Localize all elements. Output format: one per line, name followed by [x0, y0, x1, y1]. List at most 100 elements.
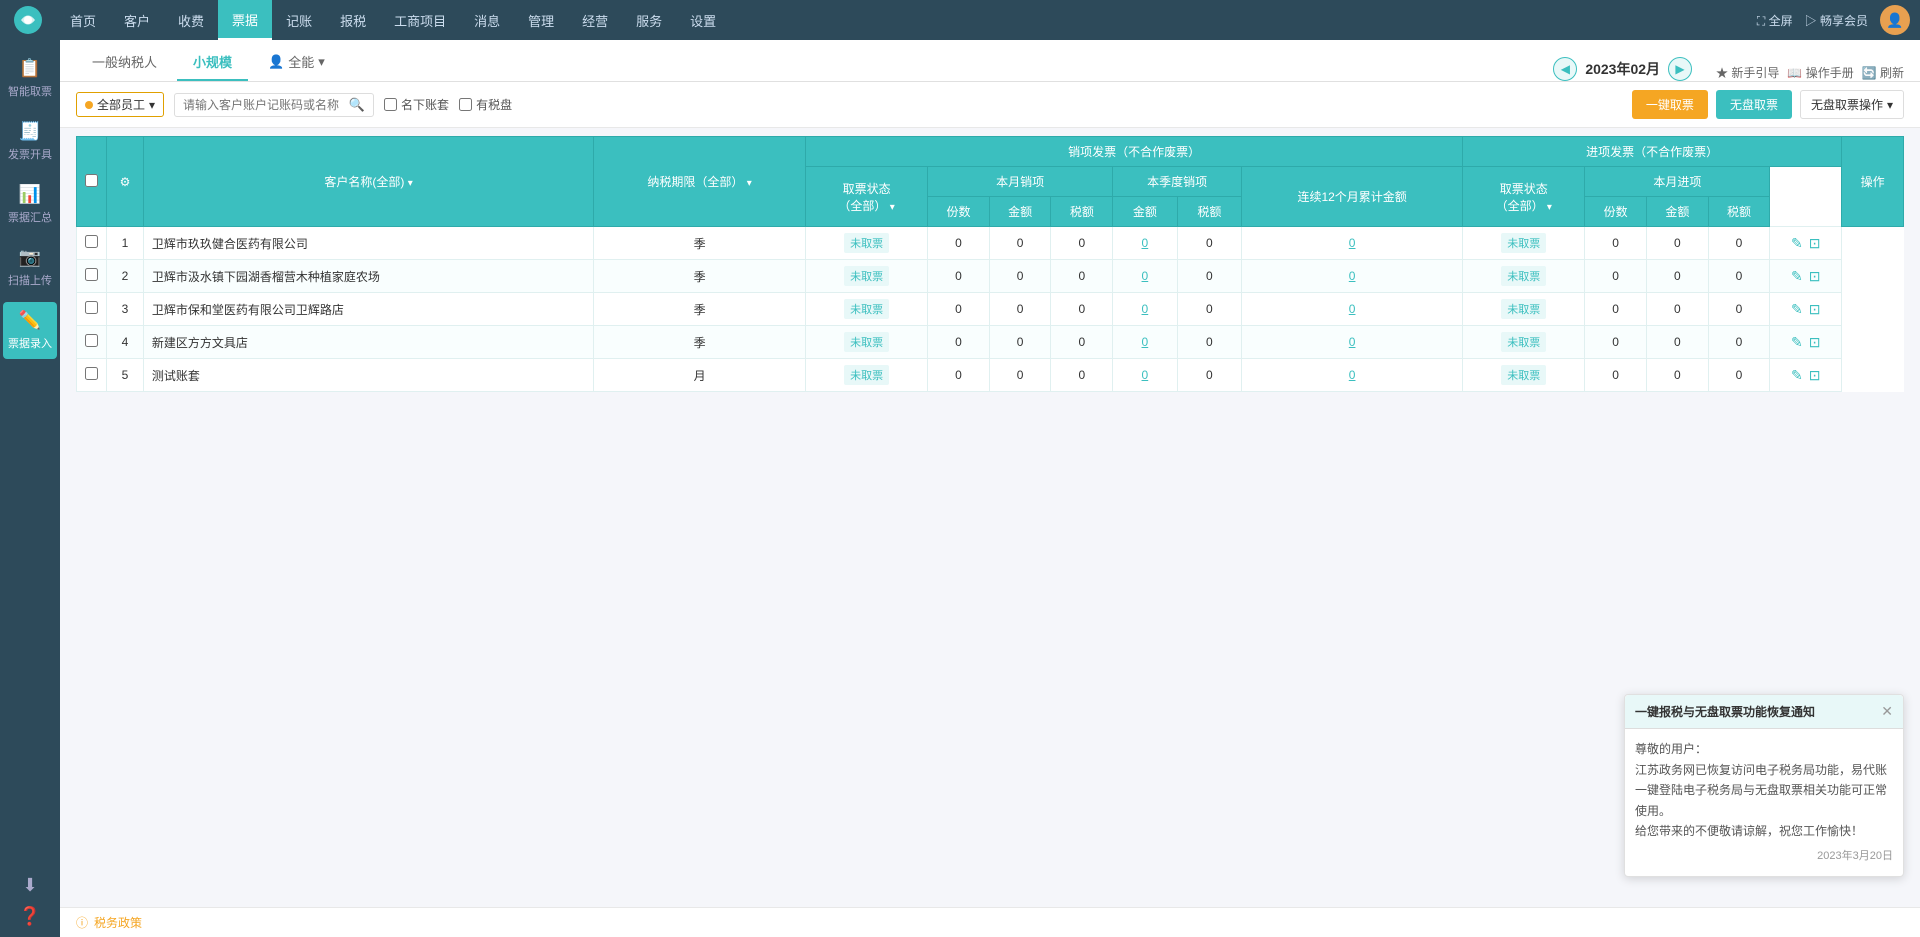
edit-icon[interactable]: ✎: [1791, 268, 1803, 285]
tab-all-icon: 👤: [268, 54, 284, 70]
row-sales-monthly-count: 0: [928, 260, 990, 293]
row-sales-quarterly-amount: 0: [1113, 227, 1177, 260]
checkbox-has-disk[interactable]: 有税盘: [459, 96, 512, 113]
edit-icon[interactable]: ✎: [1791, 367, 1803, 384]
nav-service[interactable]: 服务: [622, 0, 676, 40]
row-checkbox[interactable]: [77, 359, 107, 392]
row-name: 卫辉市汲水镇下园湖香榴营木种植家庭农场: [143, 260, 593, 293]
row-period: 季: [594, 293, 806, 326]
sidebar-item-entry[interactable]: ✏️ 票据录入: [3, 302, 57, 359]
th-sales-monthly-tax: 税额: [1051, 197, 1113, 227]
table-body: 1 卫辉市玖玖健合医药有限公司 季 未取票 0 0 0 0 0 0 未取票 0 …: [77, 227, 1904, 392]
edit-icon[interactable]: ✎: [1791, 235, 1803, 252]
nav-tax[interactable]: 报税: [326, 0, 380, 40]
search-button[interactable]: 🔍: [349, 97, 365, 113]
fullscreen-btn[interactable]: ⛶ 全屏: [1757, 12, 1793, 29]
download-icon[interactable]: ⬇: [22, 875, 37, 896]
sidebar-item-issue-invoice[interactable]: 🧾 发票开具: [3, 113, 57, 170]
manual-btn[interactable]: 📖 操作手册: [1787, 64, 1853, 81]
row-checkbox[interactable]: [77, 326, 107, 359]
refresh-btn[interactable]: 🔄 刷新: [1862, 64, 1904, 81]
tab-all-dropdown[interactable]: ▾: [318, 54, 325, 70]
row-purchase-monthly-amount: 0: [1646, 326, 1708, 359]
top-nav: 首页 客户 收费 票据 记账 报税 工商项目 消息 管理 经营 服务 设置 ⛶ …: [0, 0, 1920, 40]
nav-home[interactable]: 首页: [56, 0, 110, 40]
row-purchase-status: 未取票: [1463, 293, 1585, 326]
detail-icon[interactable]: ⊡: [1809, 235, 1821, 252]
th-settings: ⚙: [107, 137, 144, 227]
row-cumulative: 0: [1242, 260, 1463, 293]
no-disk-operation-btn[interactable]: 无盘取票操作 ▾: [1800, 90, 1904, 119]
guide-btn[interactable]: ★ 新手引导: [1716, 64, 1779, 81]
row-checkbox[interactable]: [77, 227, 107, 260]
detail-icon[interactable]: ⊡: [1809, 301, 1821, 318]
row-sales-quarterly-tax: 0: [1177, 326, 1241, 359]
checkbox-own-account[interactable]: 名下账套: [384, 96, 449, 113]
row-purchase-monthly-amount: 0: [1646, 260, 1708, 293]
checkbox-has-disk-input[interactable]: [459, 98, 472, 111]
row-checkbox[interactable]: [77, 293, 107, 326]
nav-message[interactable]: 消息: [460, 0, 514, 40]
date-display: 2023年02月: [1585, 59, 1660, 79]
main-table: ⚙ 客户名称(全部) ▾ 纳税期限（全部） ▾ 销项发票（不合作废票） 进项发票…: [76, 136, 1904, 392]
tab-small-scale[interactable]: 小规模: [177, 44, 248, 81]
nav-invoice[interactable]: 票据: [218, 0, 272, 40]
checkbox-own-account-input[interactable]: [384, 98, 397, 111]
row-sales-monthly-tax: 0: [1051, 260, 1113, 293]
nav-operation[interactable]: 经营: [568, 0, 622, 40]
row-sales-quarterly-amount: 0: [1113, 293, 1177, 326]
tab-general[interactable]: 一般纳税人: [76, 44, 173, 81]
nav-manage[interactable]: 管理: [514, 0, 568, 40]
filter-icon-period[interactable]: ▾: [747, 178, 752, 189]
avatar[interactable]: 👤: [1880, 5, 1910, 35]
th-sales-monthly-count: 份数: [928, 197, 990, 227]
sidebar: 📋 智能取票 🧾 发票开具 📊 票据汇总 📷 扫描上传 ✏️ 票据录入 ⬇ ❓: [0, 40, 60, 937]
nav-settings[interactable]: 设置: [676, 0, 730, 40]
sidebar-item-scan[interactable]: 📷 扫描上传: [3, 239, 57, 296]
notification-close-btn[interactable]: ✕: [1881, 703, 1893, 720]
tab-all[interactable]: 👤 全能 ▾: [252, 44, 341, 81]
nav-customer[interactable]: 客户: [110, 0, 164, 40]
warning-icon: ⓘ: [76, 914, 88, 931]
date-prev-btn[interactable]: ◀: [1553, 57, 1577, 81]
one-key-ticket-btn[interactable]: 一键取票: [1632, 90, 1708, 119]
row-purchase-monthly-count: 0: [1585, 293, 1647, 326]
row-sales-status: 未取票: [806, 293, 928, 326]
row-sales-monthly-amount: 0: [989, 293, 1051, 326]
sidebar-item-smart-ticket[interactable]: 📋 智能取票: [3, 50, 57, 107]
nav-business[interactable]: 工商项目: [380, 0, 460, 40]
detail-icon[interactable]: ⊡: [1809, 367, 1821, 384]
edit-icon[interactable]: ✎: [1791, 334, 1803, 351]
tabs-bar: 一般纳税人 小规模 👤 全能 ▾ ◀ 2023年02月 ▶ ★ 新手引导 📖 操…: [60, 40, 1920, 82]
sidebar-item-summary[interactable]: 📊 票据汇总: [3, 176, 57, 233]
tabs-right-actions: ★ 新手引导 📖 操作手册 🔄 刷新: [1716, 64, 1904, 81]
vip-btn[interactable]: ▷ 畅享会员: [1805, 12, 1868, 29]
th-monthly-sales: 本月销项: [928, 167, 1113, 197]
filter-icon-sales-status[interactable]: ▾: [890, 202, 895, 213]
filter-icon-name[interactable]: ▾: [408, 178, 413, 189]
employee-select[interactable]: 全部员工 ▾: [76, 92, 164, 117]
edit-icon[interactable]: ✎: [1791, 301, 1803, 318]
th-sales-header: 销项发票（不合作废票）: [806, 137, 1463, 167]
row-purchase-monthly-tax: 0: [1708, 359, 1770, 392]
row-sales-monthly-count: 0: [928, 227, 990, 260]
row-index: 3: [107, 293, 144, 326]
search-input[interactable]: [183, 98, 349, 112]
row-name: 新建区方方文具店: [143, 326, 593, 359]
date-next-btn[interactable]: ▶: [1668, 57, 1692, 81]
th-quarterly-sales: 本季度销项: [1113, 167, 1242, 197]
search-wrap: 🔍: [174, 93, 374, 117]
detail-icon[interactable]: ⊡: [1809, 268, 1821, 285]
nav-items: 首页 客户 收费 票据 记账 报税 工商项目 消息 管理 经营 服务 设置: [56, 0, 1757, 40]
notification-title: 一键报税与无盘取票功能恢复通知: [1635, 703, 1815, 720]
tax-policy-link[interactable]: 税务政策: [94, 914, 142, 931]
filter-icon-purchase-status[interactable]: ▾: [1547, 202, 1552, 213]
row-actions: ✎ ⊡: [1770, 227, 1842, 260]
row-checkbox[interactable]: [77, 260, 107, 293]
help-icon[interactable]: ❓: [19, 906, 41, 927]
select-all-checkbox[interactable]: [85, 174, 98, 187]
nav-billing[interactable]: 收费: [164, 0, 218, 40]
detail-icon[interactable]: ⊡: [1809, 334, 1821, 351]
no-disk-ticket-btn[interactable]: 无盘取票: [1716, 90, 1792, 119]
nav-bookkeeping[interactable]: 记账: [272, 0, 326, 40]
